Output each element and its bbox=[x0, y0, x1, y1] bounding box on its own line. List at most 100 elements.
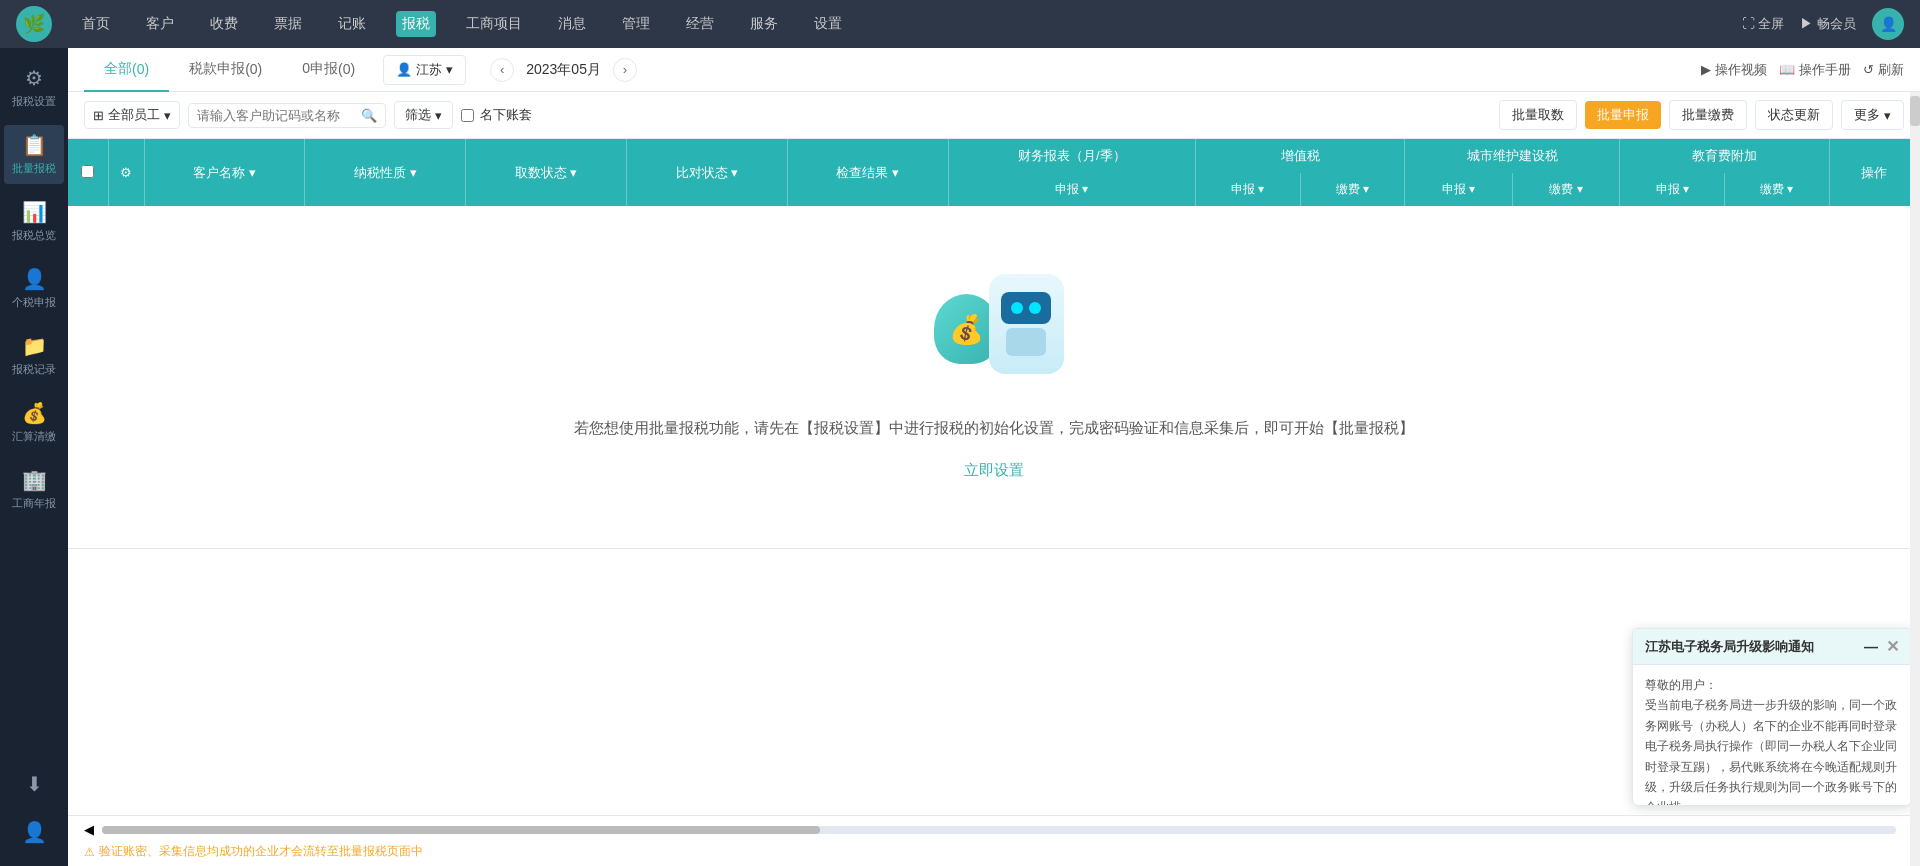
horizontal-scrollbar[interactable] bbox=[102, 826, 1896, 834]
refresh-btn[interactable]: ↺ 刷新 bbox=[1863, 61, 1904, 79]
batch-tax-icon: 📋 bbox=[22, 133, 47, 157]
settle-icon: 💰 bbox=[22, 401, 47, 425]
app-logo[interactable]: 🌿 bbox=[16, 6, 52, 42]
th-tax-type: 纳税性质 ▾ bbox=[305, 139, 466, 206]
nav-message[interactable]: 消息 bbox=[552, 11, 592, 37]
data-table: ⚙ 客户名称 ▾ 纳税性质 ▾ 取数状态 ▾ 比对状态 ▾ 检查结果 ▾ 财务报… bbox=[68, 139, 1920, 549]
member-btn[interactable]: ▶ 畅会员 bbox=[1800, 15, 1856, 33]
robot-illustration: 💰 bbox=[924, 274, 1064, 394]
content-wrapper: 全部(0) 税款申报(0) 0申报(0) 👤 江苏 ▾ ‹ 2023年05月 › bbox=[68, 48, 1920, 866]
batch-report-btn[interactable]: 批量申报 bbox=[1585, 101, 1661, 129]
arrow-left-icon: ◀ bbox=[84, 822, 94, 837]
th-financial-report-sub: 申报 ▾ bbox=[948, 173, 1195, 206]
sidebar-item-batch-tax[interactable]: 📋 批量报税 bbox=[4, 125, 64, 184]
nav-settings[interactable]: 设置 bbox=[808, 11, 848, 37]
table-icon: ⊞ bbox=[93, 108, 104, 123]
nav-operation[interactable]: 经营 bbox=[680, 11, 720, 37]
sidebar: ⚙ 报税设置 📋 批量报税 📊 报税总览 👤 个税申报 📁 报税记录 💰 汇算清… bbox=[0, 48, 68, 866]
th-vat-pay: 缴费 ▾ bbox=[1300, 173, 1405, 206]
fullscreen-btn[interactable]: ⛶ 全屏 bbox=[1742, 15, 1785, 33]
th-check-result: 检查结果 ▾ bbox=[787, 139, 948, 206]
empty-state-cell: 💰 bbox=[68, 206, 1920, 549]
batch-fetch-btn[interactable]: 批量取数 bbox=[1499, 100, 1577, 130]
more-btn[interactable]: 更多 ▾ bbox=[1841, 100, 1904, 130]
chevron-down-icon: ▾ bbox=[1884, 108, 1891, 123]
accounts-checkbox[interactable] bbox=[461, 109, 474, 122]
th-fetch-status: 取数状态 ▾ bbox=[466, 139, 627, 206]
sidebar-label-tax-overview: 报税总览 bbox=[12, 228, 56, 243]
nav-service[interactable]: 服务 bbox=[744, 11, 784, 37]
nav-accounting[interactable]: 记账 bbox=[332, 11, 372, 37]
main-layout: ⚙ 报税设置 📋 批量报税 📊 报税总览 👤 个税申报 📁 报税记录 💰 汇算清… bbox=[0, 48, 1920, 866]
notification-greeting: 尊敬的用户： bbox=[1645, 675, 1899, 695]
tabs-bar: 全部(0) 税款申报(0) 0申报(0) 👤 江苏 ▾ ‹ 2023年05月 › bbox=[68, 48, 1920, 92]
sidebar-item-tax-record[interactable]: 📁 报税记录 bbox=[4, 326, 64, 385]
status-update-btn[interactable]: 状态更新 bbox=[1755, 100, 1833, 130]
empty-state: 💰 bbox=[78, 214, 1910, 540]
overview-icon: 📊 bbox=[22, 200, 47, 224]
annual-report-icon: 🏢 bbox=[22, 468, 47, 492]
chevron-down-icon: ▾ bbox=[164, 108, 171, 123]
logo-icon: 🌿 bbox=[23, 13, 45, 35]
sidebar-item-user[interactable]: 👤 bbox=[18, 812, 51, 852]
select-all-checkbox[interactable] bbox=[81, 165, 94, 178]
minimize-icon[interactable]: — bbox=[1864, 639, 1878, 655]
top-navigation: 🌿 首页 客户 收费 票据 记账 报税 工商项目 消息 管理 经营 服务 设置 … bbox=[0, 0, 1920, 48]
top-nav-right: ⛶ 全屏 ▶ 畅会员 👤 bbox=[1742, 8, 1904, 40]
tab-all[interactable]: 全部(0) bbox=[84, 48, 169, 92]
search-icon[interactable]: 🔍 bbox=[361, 108, 377, 123]
th-gear: ⚙ bbox=[108, 139, 144, 206]
nav-customer[interactable]: 客户 bbox=[140, 11, 180, 37]
th-edu-surcharge: 教育费附加 bbox=[1620, 139, 1829, 173]
sidebar-item-personal-tax[interactable]: 👤 个税申报 bbox=[4, 259, 64, 318]
sidebar-item-tax-overview[interactable]: 📊 报税总览 bbox=[4, 192, 64, 251]
checkbox-label[interactable]: 名下账套 bbox=[461, 106, 532, 124]
settings-icon: ⚙ bbox=[25, 66, 43, 90]
tab-tax-report[interactable]: 税款申报(0) bbox=[169, 48, 282, 92]
th-compare-status: 比对状态 ▾ bbox=[626, 139, 787, 206]
th-city-tax: 城市维护建设税 bbox=[1405, 139, 1620, 173]
manual-btn[interactable]: 📖 操作手册 bbox=[1779, 61, 1851, 79]
sidebar-label-tax-record: 报税记录 bbox=[12, 362, 56, 377]
chevron-down-icon: ▾ bbox=[446, 62, 453, 77]
notification-body: 尊敬的用户： 受当前电子税务局进一步升级的影响，同一个政务网账号（办税人）名下的… bbox=[1633, 665, 1911, 805]
personal-tax-icon: 👤 bbox=[22, 267, 47, 291]
sidebar-label-personal-tax: 个税申报 bbox=[12, 295, 56, 310]
toolbar: ⊞ 全部员工 ▾ 🔍 筛选 ▾ 名下账套 批量取数 bbox=[68, 92, 1920, 139]
sidebar-item-download[interactable]: ⬇ bbox=[18, 764, 51, 804]
warning-bar: ⚠ 验证账密、采集信息均成功的企业才会流转至批量报税页面中 bbox=[68, 843, 1920, 866]
close-icon[interactable]: ✕ bbox=[1886, 637, 1899, 656]
tab-zero-report[interactable]: 0申报(0) bbox=[282, 48, 375, 92]
province-selector[interactable]: 👤 江苏 ▾ bbox=[383, 55, 466, 85]
sidebar-label-batch-tax: 批量报税 bbox=[12, 161, 56, 176]
filter-btn[interactable]: 筛选 ▾ bbox=[394, 101, 453, 129]
user-icon: 👤 bbox=[22, 820, 47, 844]
empty-description: 若您想使用批量报税功能，请先在【报税设置】中进行报税的初始化设置，完成密码验证和… bbox=[574, 414, 1414, 441]
nav-home[interactable]: 首页 bbox=[76, 11, 116, 37]
next-month-btn[interactable]: › bbox=[613, 58, 637, 82]
th-city-tax-pay: 缴费 ▾ bbox=[1512, 173, 1620, 206]
nav-tax[interactable]: 报税 bbox=[396, 11, 436, 37]
sidebar-item-annual-settle[interactable]: 💰 汇算清缴 bbox=[4, 393, 64, 452]
nav-manage[interactable]: 管理 bbox=[616, 11, 656, 37]
batch-pay-btn[interactable]: 批量缴费 bbox=[1669, 100, 1747, 130]
vertical-scrollbar[interactable] bbox=[1910, 92, 1920, 866]
month-nav: ‹ 2023年05月 › bbox=[490, 58, 637, 82]
prev-month-btn[interactable]: ‹ bbox=[490, 58, 514, 82]
setup-link[interactable]: 立即设置 bbox=[964, 461, 1024, 480]
employee-select[interactable]: ⊞ 全部员工 ▾ bbox=[84, 101, 180, 129]
notification-panel: 江苏电子税务局升级影响通知 — ✕ 尊敬的用户： 受当前电子税务局进一步升级的影… bbox=[1632, 628, 1912, 806]
nav-invoice[interactable]: 票据 bbox=[268, 11, 308, 37]
month-display: 2023年05月 bbox=[526, 61, 601, 79]
video-tutorial-btn[interactable]: ▶ 操作视频 bbox=[1701, 61, 1767, 79]
th-city-tax-report: 申报 ▾ bbox=[1405, 173, 1513, 206]
sidebar-item-annual-report[interactable]: 🏢 工商年报 bbox=[4, 460, 64, 519]
notification-header: 江苏电子税务局升级影响通知 — ✕ bbox=[1633, 629, 1911, 665]
sidebar-item-tax-settings[interactable]: ⚙ 报税设置 bbox=[4, 58, 64, 117]
nav-business[interactable]: 工商项目 bbox=[460, 11, 528, 37]
search-input[interactable] bbox=[197, 108, 357, 123]
avatar[interactable]: 👤 bbox=[1872, 8, 1904, 40]
nav-billing[interactable]: 收费 bbox=[204, 11, 244, 37]
th-vat-report: 申报 ▾ bbox=[1196, 173, 1301, 206]
download-icon: ⬇ bbox=[26, 772, 43, 796]
